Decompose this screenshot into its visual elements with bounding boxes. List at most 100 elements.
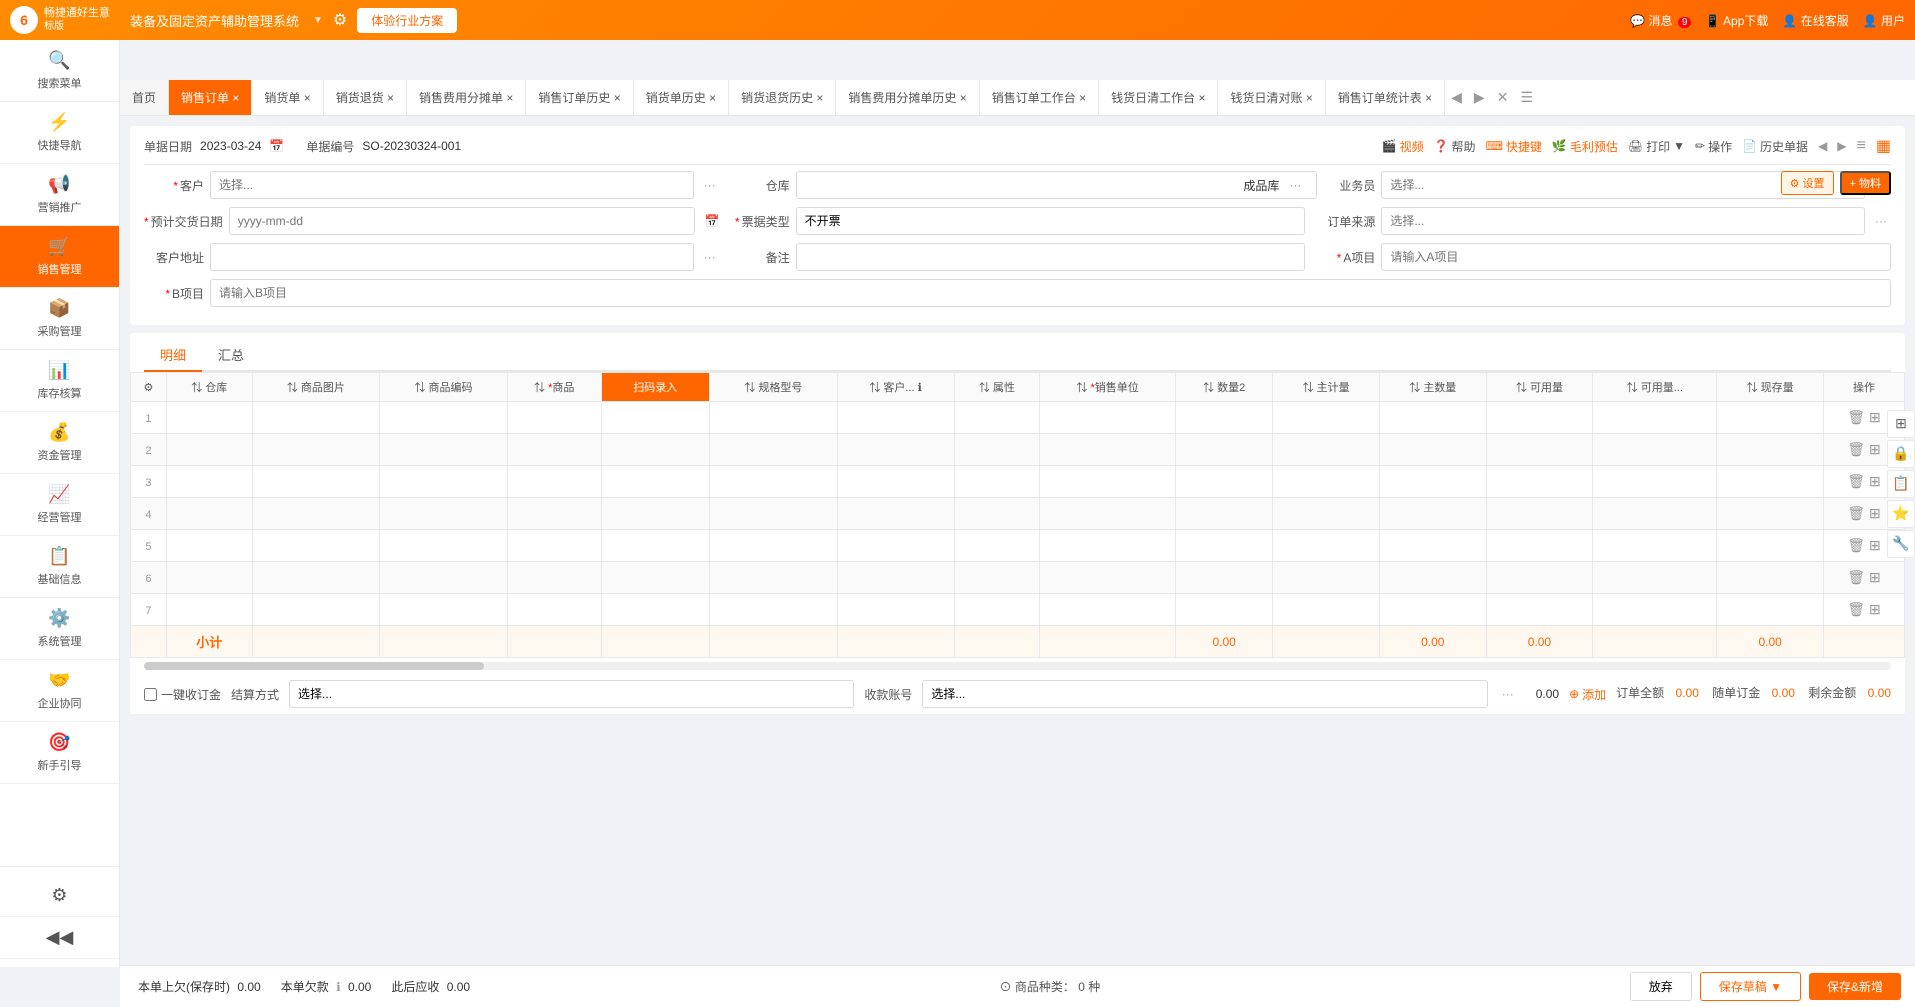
address-input[interactable] (210, 243, 694, 271)
th-settings[interactable]: ⚙ (131, 373, 167, 402)
prev-record-btn[interactable]: ◀ (1818, 139, 1827, 153)
print-btn[interactable]: 🖨 打印 ▼ (1628, 138, 1685, 155)
tab-home[interactable]: 首页 (120, 80, 169, 116)
th-attr[interactable]: ⇅ 属性 (954, 373, 1040, 402)
industry-btn[interactable]: 体验行业方案 (357, 8, 457, 33)
view-mode-card[interactable]: ▦ (1876, 136, 1891, 156)
calendar-icon[interactable]: 📅 (269, 139, 284, 153)
th-customer-code[interactable]: ⇅ 客户... ℹ (837, 373, 954, 402)
th-qty2[interactable]: ⇅ 数量2 (1175, 373, 1272, 402)
tab-nav-menu[interactable]: ☰ (1514, 89, 1539, 106)
user-btn[interactable]: 👤 用户 (1863, 12, 1905, 29)
row1-copy-icon[interactable]: ⊞ (1869, 409, 1881, 426)
sidebar-item-purchase[interactable]: 📦 采购管理 (0, 288, 119, 350)
sidebar-item-marketing[interactable]: 📢 营销推广 (0, 164, 119, 226)
th-image[interactable]: ⇅ 商品图片 (252, 373, 380, 402)
app-download-btn[interactable]: 📱 App下载 (1705, 12, 1768, 29)
help-btn[interactable]: ❓ 帮助 (1434, 138, 1476, 155)
invoice-select[interactable]: 不开票 增值税普通发票 增值税专用发票 (796, 207, 1306, 235)
row2-delete-icon[interactable]: 🗑 (1847, 441, 1865, 458)
quick-btn-5[interactable]: 🔧 (1887, 530, 1915, 558)
row7-delete-icon[interactable]: 🗑 (1847, 601, 1865, 618)
drop-arrow[interactable]: ▼ (313, 15, 323, 26)
th-main-unit[interactable]: ⇅ 主计量 (1273, 373, 1380, 402)
sidebar-item-sales[interactable]: 🛒 销售管理 (0, 226, 119, 288)
row3-copy-icon[interactable]: ⊞ (1869, 473, 1881, 490)
auto-collect-checkbox[interactable] (144, 688, 157, 701)
warehouse-dots[interactable]: ··· (1285, 178, 1305, 192)
next-record-btn[interactable]: ▶ (1837, 139, 1846, 153)
b-project-input[interactable] (210, 279, 1891, 307)
row6-copy-icon[interactable]: ⊞ (1869, 569, 1881, 586)
warehouse-input[interactable] (796, 171, 1318, 199)
add-payment-btn[interactable]: ⊕ 添加 (1569, 686, 1606, 703)
tab-cash-reconcile[interactable]: 钱货日清对账 × (1218, 80, 1325, 116)
address-dots[interactable]: ··· (700, 250, 720, 264)
th-code[interactable]: ⇅ 商品编码 (380, 373, 508, 402)
tab-nav-left[interactable]: ◀ (1445, 89, 1468, 106)
operation-btn[interactable]: ✏ 操作 (1695, 138, 1732, 155)
sidebar-item-collapse[interactable]: ◀◀ (0, 917, 119, 959)
sidebar-item-search[interactable]: 🔍 搜索菜单 (0, 40, 119, 102)
row5-delete-icon[interactable]: 🗑 (1847, 537, 1865, 554)
add-product-btn[interactable]: + 物料 (1840, 171, 1891, 195)
order-source-dots[interactable]: ··· (1871, 214, 1891, 228)
row1-customer-code[interactable] (837, 402, 954, 434)
sidebar-item-management[interactable]: 📈 经营管理 (0, 474, 119, 536)
row2-copy-icon[interactable]: ⊞ (1869, 441, 1881, 458)
message-btn[interactable]: 💬 消息 9 (1630, 12, 1691, 29)
sidebar-item-guide[interactable]: 🎯 新手引导 (0, 722, 119, 784)
th-spec[interactable]: ⇅ 规格型号 (710, 373, 838, 402)
delivery-calendar-icon[interactable]: 📅 (705, 214, 720, 228)
sidebar-item-system[interactable]: ⚙️ 系统管理 (0, 598, 119, 660)
sidebar-item-basics[interactable]: 📋 基础信息 (0, 536, 119, 598)
quick-btn-4[interactable]: ⭐ (1887, 500, 1915, 528)
row2-warehouse[interactable] (166, 434, 252, 466)
quick-btn-1[interactable]: ⊞ (1887, 410, 1915, 438)
sidebar-item-nav[interactable]: ⚡ 快捷导航 (0, 102, 119, 164)
delivery-input[interactable] (229, 207, 695, 235)
payment-method-select[interactable]: 选择... (289, 680, 854, 708)
history-btn[interactable]: 📄 历史单据 (1742, 138, 1808, 155)
row1-delete-icon[interactable]: 🗑 (1847, 409, 1865, 426)
tab-sales-return[interactable]: 销货退货 × (324, 80, 407, 116)
shortcut-btn[interactable]: ⌨ 快捷键 (1486, 138, 1542, 155)
row5-copy-icon[interactable]: ⊞ (1869, 537, 1881, 554)
sidebar-item-settings-bottom[interactable]: ⚙ (0, 875, 119, 917)
row1-warehouse[interactable] (166, 402, 252, 434)
tab-sales-fee[interactable]: 销售费用分摊单 × (407, 80, 526, 116)
row1-code[interactable] (380, 402, 508, 434)
tab-goods-history[interactable]: 销货单历史 × (634, 80, 729, 116)
row1-main-unit[interactable] (1273, 402, 1380, 434)
customer-input[interactable] (210, 171, 694, 199)
current-owe-help[interactable]: ℹ (336, 980, 341, 994)
tab-summary[interactable]: 汇总 (202, 339, 260, 372)
row1-attr[interactable] (954, 402, 1040, 434)
account-dots[interactable]: ··· (1498, 687, 1518, 701)
discard-btn[interactable]: 放弃 (1630, 972, 1692, 1001)
row1-unit[interactable] (1040, 402, 1176, 434)
account-select[interactable]: 选择... (922, 680, 1487, 708)
sidebar-item-finance[interactable]: 💰 资金管理 (0, 412, 119, 474)
customer-dots[interactable]: ··· (700, 178, 720, 192)
row3-delete-icon[interactable]: 🗑 (1847, 473, 1865, 490)
th-available[interactable]: ⇅ 可用量 (1486, 373, 1593, 402)
tab-sales-stats[interactable]: 销售订单统计表 × (1326, 80, 1445, 116)
sidebar-item-collaboration[interactable]: 🤝 企业协同 (0, 660, 119, 722)
row1-spec[interactable] (710, 402, 838, 434)
settings-btn[interactable]: ⚙ 设置 (1781, 171, 1834, 195)
row1-main-qty[interactable] (1379, 402, 1486, 434)
order-source-input[interactable] (1381, 207, 1865, 235)
table-scrollbar[interactable] (144, 662, 1891, 670)
th-product[interactable]: ⇅ *商品 (507, 373, 601, 402)
gear-icon[interactable]: ⚙ (333, 10, 347, 30)
tab-order-workbench[interactable]: 销售订单工作台 × (980, 80, 1099, 116)
remark-input[interactable] (796, 243, 1306, 271)
tab-fee-history[interactable]: 销售费用分摊单历史 × (836, 80, 979, 116)
tab-return-history[interactable]: 销货退货历史 × (729, 80, 836, 116)
tab-sales-order[interactable]: 销售订单 × (169, 80, 252, 116)
tab-nav-close[interactable]: ✕ (1491, 89, 1515, 106)
row1-product[interactable] (507, 402, 601, 434)
row1-qty2[interactable] (1175, 402, 1272, 434)
sidebar-item-inventory[interactable]: 📊 库存核算 (0, 350, 119, 412)
